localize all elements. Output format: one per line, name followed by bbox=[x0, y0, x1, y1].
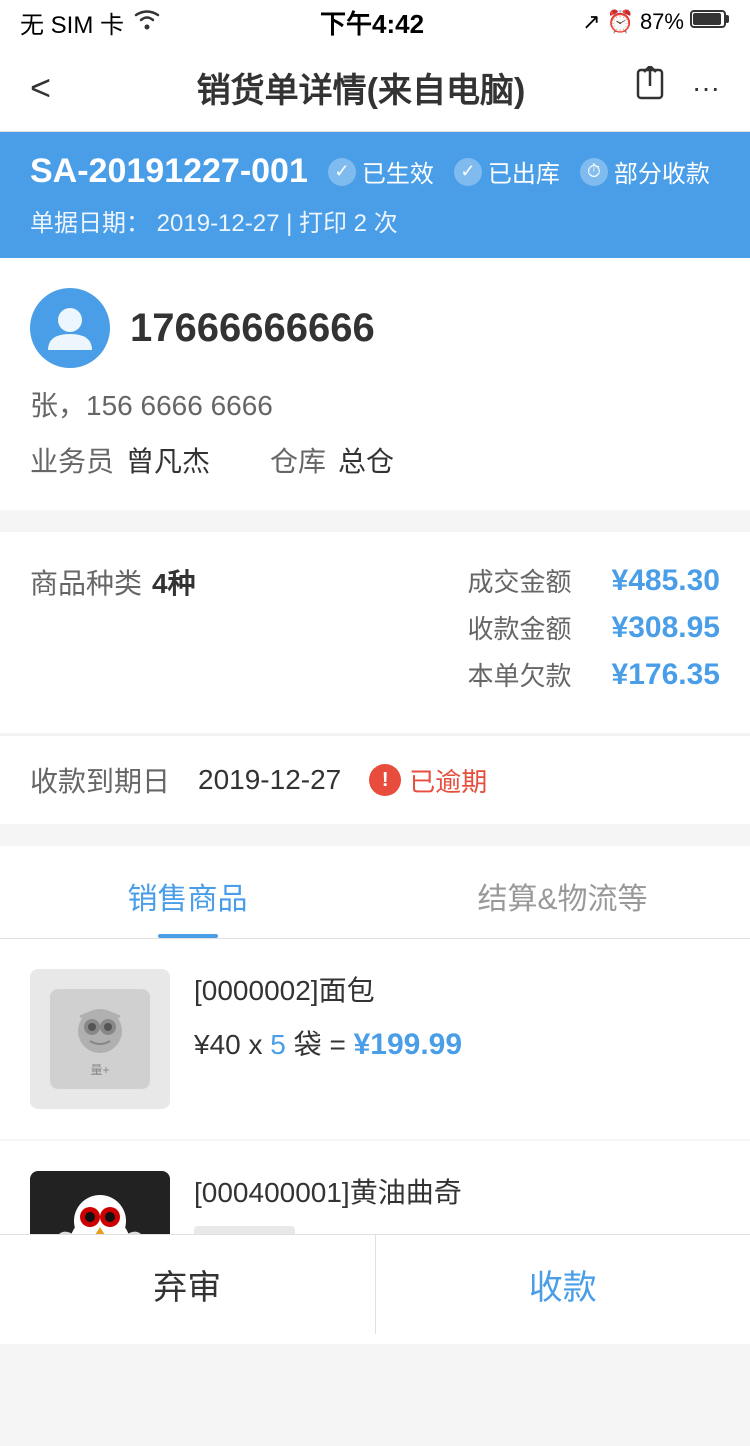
wifi-icon bbox=[132, 8, 162, 37]
sales-label: 业务员 bbox=[30, 440, 114, 480]
share-button[interactable] bbox=[632, 66, 668, 109]
badge-effective: ✓ 已生效 bbox=[328, 154, 434, 189]
customer-meta: 业务员 曾凡杰 仓库 总仓 bbox=[30, 440, 720, 480]
nav-actions: ··· bbox=[632, 66, 720, 109]
back-button[interactable]: < bbox=[30, 67, 90, 109]
product-price-1: ¥40 bbox=[194, 1029, 241, 1060]
order-banner: SA-20191227-001 ✓ 已生效 ✓ 已出库 ⏱ 部分收款 单据日期：… bbox=[0, 132, 750, 258]
page-title: 销货单详情(来自电脑) bbox=[90, 63, 632, 112]
collect-button[interactable]: 收款 bbox=[376, 1235, 750, 1334]
avatar bbox=[30, 288, 110, 368]
location-icon: ↗ bbox=[582, 9, 600, 35]
carrier-label: 无 SIM 卡 bbox=[20, 5, 124, 40]
overdue-icon: ! bbox=[369, 764, 401, 796]
more-button[interactable]: ··· bbox=[692, 72, 720, 104]
customer-phone: 17666666666 bbox=[130, 306, 375, 351]
tab-sales-products[interactable]: 销售商品 bbox=[0, 846, 375, 938]
clock-icon: ⏱ bbox=[580, 158, 608, 186]
alarm-icon: ⏰ bbox=[607, 9, 634, 35]
status-bar: 无 SIM 卡 下午4:42 ↗ ⏰ 87% bbox=[0, 0, 750, 44]
check-icon: ✓ bbox=[328, 158, 356, 186]
summary-section: 商品种类 4种 成交金额 ¥485.30 收款金额 ¥308.95 本单欠款 ¥… bbox=[0, 532, 750, 733]
divider-2 bbox=[0, 826, 750, 846]
owed-label: 本单欠款 bbox=[468, 656, 572, 693]
customer-section: 17666666666 张，156 6666 6666 业务员 曾凡杰 仓库 总… bbox=[0, 258, 750, 510]
svg-text:量+: 量+ bbox=[90, 1063, 109, 1077]
banner-top: SA-20191227-001 ✓ 已生效 ✓ 已出库 ⏱ 部分收款 bbox=[30, 152, 720, 191]
tabs-section: 销售商品 结算&物流等 bbox=[0, 846, 750, 939]
owed-row: 本单欠款 ¥176.35 bbox=[468, 656, 720, 693]
order-id: SA-20191227-001 bbox=[30, 152, 308, 191]
bottom-bar: 弃审 收款 bbox=[0, 1234, 750, 1334]
product-name-2: [000400001]黄油曲奇 bbox=[194, 1171, 720, 1211]
status-right: ↗ ⏰ 87% bbox=[582, 8, 730, 36]
overdue-label: 已逾期 bbox=[409, 762, 487, 799]
collected-amount: ¥308.95 bbox=[612, 611, 720, 645]
warehouse-label: 仓库 bbox=[270, 440, 326, 480]
product-price-row-1: ¥40 x 5 袋 = ¥199.99 bbox=[194, 1023, 720, 1063]
nav-bar: < 销货单详情(来自电脑) ··· bbox=[0, 44, 750, 132]
transaction-label: 成交金额 bbox=[468, 562, 572, 599]
divider-1 bbox=[0, 512, 750, 532]
overdue-badge: ! 已逾期 bbox=[369, 762, 487, 799]
tab-settlement[interactable]: 结算&物流等 bbox=[375, 846, 750, 938]
due-label: 收款到期日 bbox=[30, 760, 170, 800]
product-total-1: ¥199.99 bbox=[354, 1028, 462, 1061]
cancel-button[interactable]: 弃审 bbox=[0, 1235, 376, 1334]
product-name-1: [0000002]面包 bbox=[194, 969, 720, 1009]
warehouse-name: 总仓 bbox=[338, 440, 394, 480]
product-types-label: 商品种类 bbox=[30, 562, 142, 602]
battery-label: 87% bbox=[640, 9, 684, 35]
transaction-amount: ¥485.30 bbox=[612, 564, 720, 598]
status-time: 下午4:42 bbox=[320, 4, 424, 41]
battery-icon bbox=[690, 8, 730, 36]
customer-detail: 张，156 6666 6666 bbox=[30, 384, 720, 424]
product-types: 商品种类 4种 bbox=[30, 562, 196, 602]
due-section: 收款到期日 2019-12-27 ! 已逾期 bbox=[0, 735, 750, 824]
sales-name: 曾凡杰 bbox=[126, 440, 210, 480]
collected-label: 收款金额 bbox=[468, 609, 572, 646]
badge-outstock: ✓ 已出库 bbox=[454, 154, 560, 189]
summary-left: 商品种类 4种 bbox=[30, 562, 196, 602]
due-date-value: 2019-12-27 bbox=[198, 764, 341, 796]
product-thumb-placeholder-1: 量+ bbox=[30, 969, 170, 1109]
product-unit-1: 袋 bbox=[294, 1029, 322, 1060]
product-types-count: 4种 bbox=[152, 562, 196, 602]
owed-amount: ¥176.35 bbox=[612, 658, 720, 692]
summary-right: 成交金额 ¥485.30 收款金额 ¥308.95 本单欠款 ¥176.35 bbox=[468, 562, 720, 703]
customer-top: 17666666666 bbox=[30, 288, 720, 368]
banner-date: 单据日期： 2019-12-27 | 打印 2 次 bbox=[30, 203, 720, 238]
collected-row: 收款金额 ¥308.95 bbox=[468, 609, 720, 646]
check-icon-2: ✓ bbox=[454, 158, 482, 186]
transaction-row: 成交金额 ¥485.30 bbox=[468, 562, 720, 599]
badge-partial: ⏱ 部分收款 bbox=[580, 154, 710, 189]
bottom-padding bbox=[0, 1346, 750, 1446]
sales-info: 业务员 曾凡杰 bbox=[30, 440, 210, 480]
product-info-1: [0000002]面包 ¥40 x 5 袋 = ¥199.99 bbox=[194, 969, 720, 1109]
status-left: 无 SIM 卡 bbox=[20, 5, 162, 40]
product-qty-1: 5 bbox=[270, 1029, 286, 1060]
product-item-1: 量+ [0000002]面包 ¥40 x 5 袋 = ¥199.99 bbox=[0, 939, 750, 1139]
warehouse-info: 仓库 总仓 bbox=[270, 440, 394, 480]
product-thumb-1: 量+ bbox=[30, 969, 170, 1109]
